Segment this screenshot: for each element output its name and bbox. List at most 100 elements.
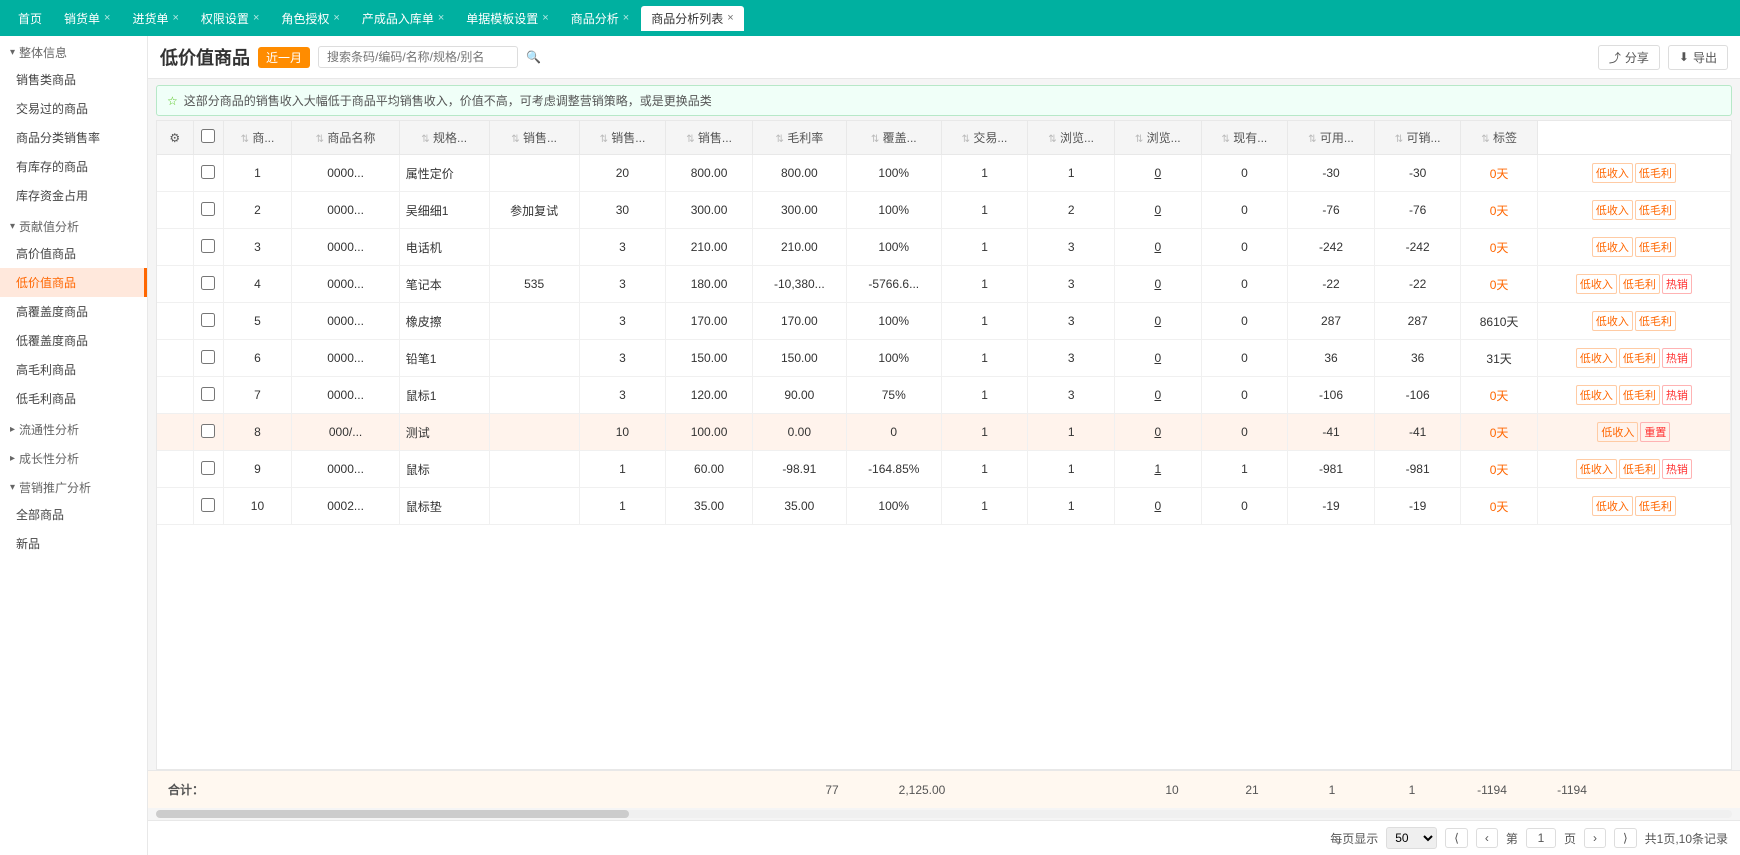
- page-size-select[interactable]: 50 100 200: [1386, 827, 1437, 849]
- cell-check[interactable]: [193, 192, 223, 229]
- nav-permission-close[interactable]: ×: [253, 12, 259, 24]
- cell-check[interactable]: [193, 488, 223, 525]
- sidebar-item-high-value[interactable]: 高价值商品: [0, 239, 147, 268]
- sidebar-item-capital[interactable]: 库存资金占用: [0, 181, 147, 210]
- nav-warehouse-close[interactable]: ×: [438, 12, 444, 24]
- cell-view1[interactable]: 0: [1114, 340, 1201, 377]
- cell-check[interactable]: [193, 414, 223, 451]
- sidebar-item-high-coverage[interactable]: 高覆盖度商品: [0, 297, 147, 326]
- scrollbar-horizontal[interactable]: [156, 810, 1732, 818]
- col-code-header: ⇅ 商...: [223, 121, 292, 155]
- nav-analysis-list-close[interactable]: ×: [727, 12, 733, 24]
- cell-view1[interactable]: 0: [1114, 266, 1201, 303]
- cell-check[interactable]: [193, 155, 223, 192]
- view1-link[interactable]: 0: [1154, 388, 1161, 402]
- cell-check[interactable]: [193, 303, 223, 340]
- last-page-button[interactable]: ⟩: [1614, 828, 1637, 848]
- nav-analysis-list[interactable]: 商品分析列表 ×: [641, 6, 743, 31]
- sidebar-group-contribution[interactable]: ▾ 贡献值分析: [0, 210, 147, 239]
- row-checkbox[interactable]: [201, 313, 215, 327]
- page-label: 第: [1506, 830, 1518, 847]
- view1-link[interactable]: 0: [1154, 425, 1161, 439]
- cell-view1[interactable]: 1: [1114, 451, 1201, 488]
- cell-view1[interactable]: 0: [1114, 377, 1201, 414]
- cell-view1[interactable]: 0: [1114, 229, 1201, 266]
- col-check-all[interactable]: [193, 121, 223, 155]
- filter-button[interactable]: 近一月: [258, 47, 310, 68]
- nav-purchase[interactable]: 进货单 ×: [122, 6, 188, 31]
- view1-link[interactable]: 0: [1154, 277, 1161, 291]
- scrollbar-thumb[interactable]: [156, 810, 629, 818]
- sidebar-group-liquidity[interactable]: ▸ 流通性分析: [0, 413, 147, 442]
- view1-link[interactable]: 1: [1154, 462, 1161, 476]
- row-checkbox[interactable]: [201, 498, 215, 512]
- sidebar-item-new-goods[interactable]: 新品: [0, 529, 147, 558]
- cell-check[interactable]: [193, 229, 223, 266]
- cell-stock1: -19: [1288, 488, 1375, 525]
- prev-page-button[interactable]: ‹: [1476, 828, 1498, 848]
- nav-home[interactable]: 首页: [8, 6, 52, 31]
- nav-sales[interactable]: 销货单 ×: [54, 6, 120, 31]
- nav-warehouse[interactable]: 产成品入库单 ×: [352, 6, 454, 31]
- sidebar-item-sales-goods[interactable]: 销售类商品: [0, 65, 147, 94]
- export-button[interactable]: ⬇ 导出: [1668, 45, 1728, 70]
- sidebar-item-stock-goods[interactable]: 有库存的商品: [0, 152, 147, 181]
- cell-view1[interactable]: 0: [1114, 192, 1201, 229]
- cell-check[interactable]: [193, 451, 223, 488]
- check-all-checkbox[interactable]: [201, 129, 215, 143]
- cell-setting: [157, 488, 193, 525]
- row-checkbox[interactable]: [201, 276, 215, 290]
- cell-check[interactable]: [193, 340, 223, 377]
- nav-template[interactable]: 单据模板设置 ×: [456, 6, 558, 31]
- nav-permission[interactable]: 权限设置 ×: [191, 6, 269, 31]
- col-setting[interactable]: ⚙: [157, 121, 193, 155]
- sidebar-group-marketing[interactable]: ▾ 营销推广分析: [0, 471, 147, 500]
- nav-purchase-close[interactable]: ×: [172, 12, 178, 24]
- view1-link[interactable]: 0: [1154, 203, 1161, 217]
- sidebar-group-overall[interactable]: ▾ 整体信息: [0, 36, 147, 65]
- nav-role[interactable]: 角色授权 ×: [271, 6, 349, 31]
- sidebar-group-overall-label: 整体信息: [19, 44, 67, 61]
- view1-link[interactable]: 0: [1154, 351, 1161, 365]
- sidebar-group-growth[interactable]: ▸ 成长性分析: [0, 442, 147, 471]
- sidebar-item-all-goods[interactable]: 全部商品: [0, 500, 147, 529]
- table-container[interactable]: ⚙ ⇅ 商... ⇅ 商品名称 ⇅ 规格... ⇅ 销售... ⇅ 销售... …: [156, 120, 1732, 770]
- row-checkbox[interactable]: [201, 350, 215, 364]
- nav-template-close[interactable]: ×: [542, 12, 548, 24]
- tag-hot-sale: 热销: [1662, 385, 1692, 405]
- row-checkbox[interactable]: [201, 461, 215, 475]
- share-button[interactable]: ⤴ 分享: [1598, 45, 1660, 70]
- cell-view1[interactable]: 0: [1114, 155, 1201, 192]
- row-checkbox[interactable]: [201, 387, 215, 401]
- view1-link[interactable]: 0: [1154, 314, 1161, 328]
- search-input[interactable]: [318, 46, 518, 68]
- cell-view1[interactable]: 0: [1114, 414, 1201, 451]
- nav-role-close[interactable]: ×: [333, 12, 339, 24]
- sidebar-item-category-sales[interactable]: 商品分类销售率: [0, 123, 147, 152]
- nav-analysis[interactable]: 商品分析 ×: [561, 6, 639, 31]
- view1-link[interactable]: 0: [1154, 240, 1161, 254]
- cell-spec: [489, 229, 579, 266]
- row-checkbox[interactable]: [201, 165, 215, 179]
- cell-view1[interactable]: 0: [1114, 488, 1201, 525]
- sidebar-item-low-value[interactable]: 低价值商品: [0, 268, 147, 297]
- cell-cover: 1: [941, 155, 1028, 192]
- next-page-button[interactable]: ›: [1584, 828, 1606, 848]
- sidebar-item-low-margin[interactable]: 低毛利商品: [0, 384, 147, 413]
- sidebar-item-low-coverage[interactable]: 低覆盖度商品: [0, 326, 147, 355]
- nav-analysis-close[interactable]: ×: [623, 12, 629, 24]
- row-checkbox[interactable]: [201, 202, 215, 216]
- row-checkbox[interactable]: [201, 424, 215, 438]
- first-page-button[interactable]: ⟨: [1445, 828, 1468, 848]
- search-icon[interactable]: 🔍: [526, 50, 541, 64]
- settings-icon[interactable]: ⚙: [169, 131, 180, 145]
- cell-check[interactable]: [193, 377, 223, 414]
- nav-sales-close[interactable]: ×: [104, 12, 110, 24]
- cell-view1[interactable]: 0: [1114, 303, 1201, 340]
- view1-link[interactable]: 0: [1154, 166, 1161, 180]
- cell-check[interactable]: [193, 266, 223, 303]
- sidebar-item-traded-goods[interactable]: 交易过的商品: [0, 94, 147, 123]
- sidebar-item-high-margin[interactable]: 高毛利商品: [0, 355, 147, 384]
- view1-link[interactable]: 0: [1154, 499, 1161, 513]
- row-checkbox[interactable]: [201, 239, 215, 253]
